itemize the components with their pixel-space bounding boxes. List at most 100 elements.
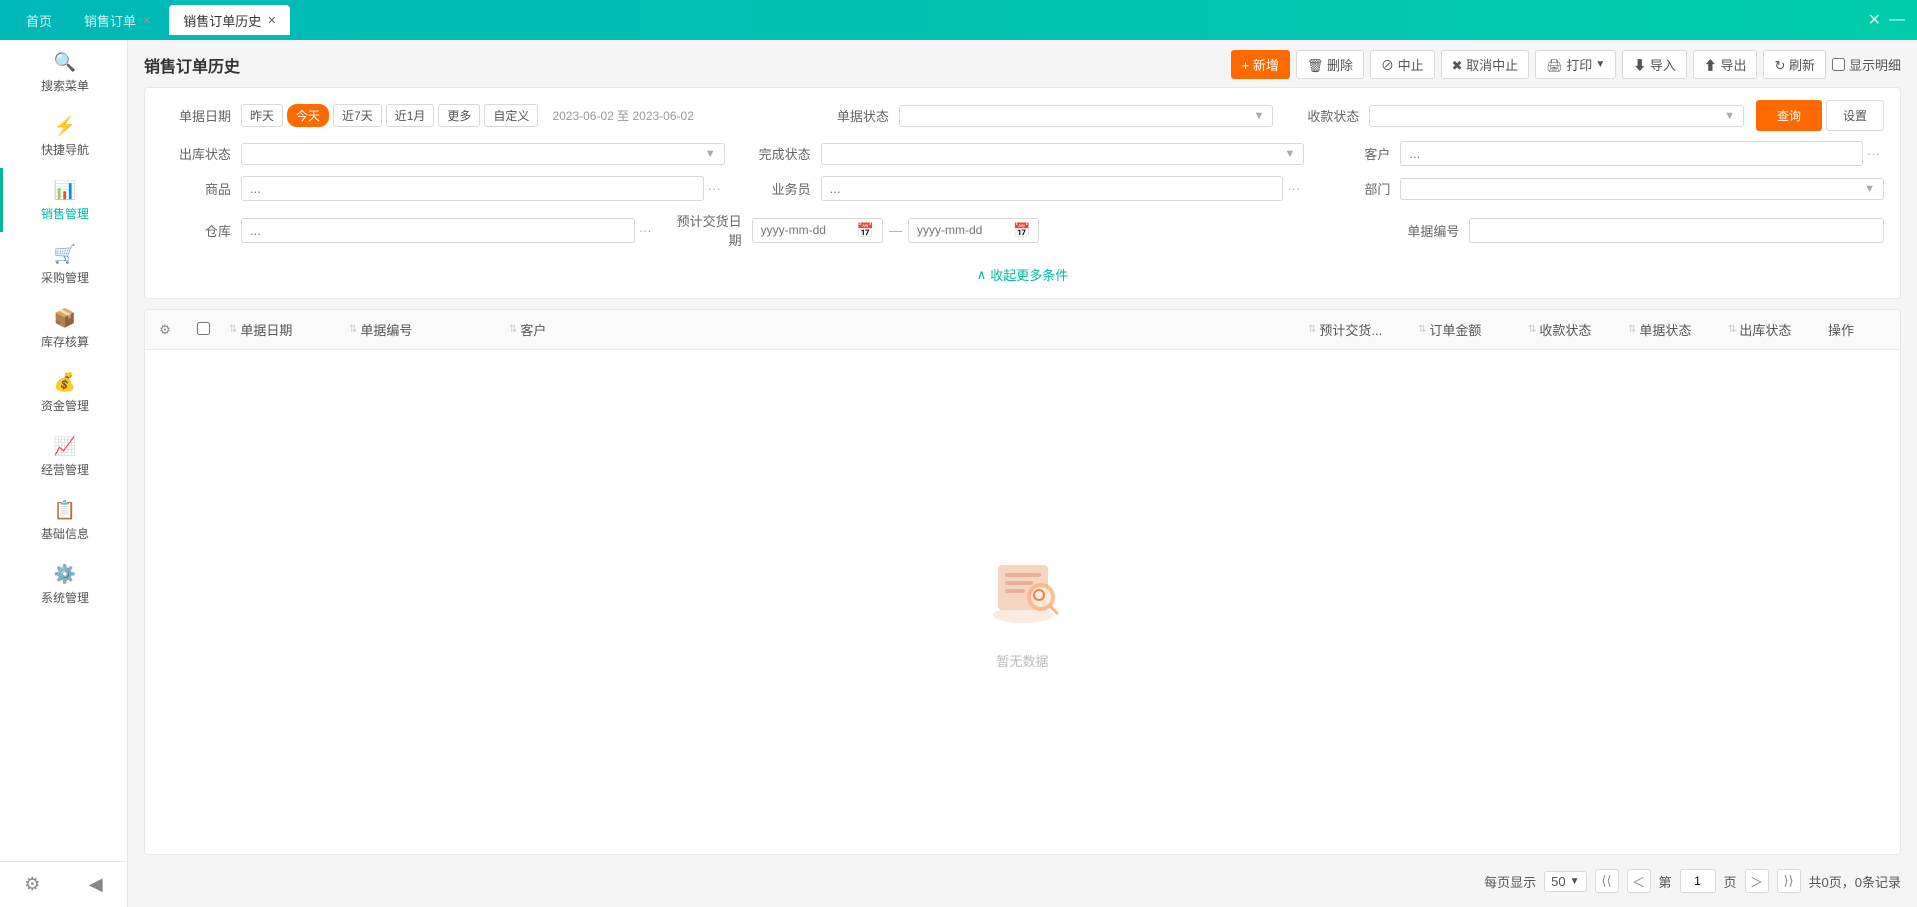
complete-status-label: 完成状态: [741, 144, 821, 163]
th-docno: ⇅ 单据编号: [341, 320, 501, 339]
bill-status-select[interactable]: ▼: [899, 105, 1274, 127]
close-icon[interactable]: ✕: [267, 14, 276, 27]
select-all-checkbox[interactable]: [197, 322, 210, 335]
page-number-input[interactable]: [1680, 869, 1716, 893]
sidebar-item-purchase[interactable]: 🛒 采购管理: [0, 232, 127, 296]
dept-select[interactable]: ▼: [1400, 178, 1884, 200]
add-button[interactable]: + 新增: [1231, 50, 1290, 79]
table-area: ⚙ ⇅ 单据日期 ⇅ 单据编号 ⇅ 客户 ⇅ 预计交货.: [144, 309, 1901, 855]
lightning-icon: ⚡: [54, 116, 76, 137]
refresh-button[interactable]: ↻ 刷新: [1763, 50, 1826, 79]
cart-icon: 🛒: [54, 244, 76, 265]
date-control: 昨天 今天 近7天 近1月 更多 自定义 2023-06-02 至 2023-0…: [241, 104, 803, 127]
clipboard-icon: 📋: [54, 500, 76, 521]
sort-receipt-icon[interactable]: ⇅: [1528, 324, 1536, 335]
prev-page-btn[interactable]: ＜: [1627, 869, 1651, 893]
tab-sales-order[interactable]: 销售订单 ✕: [70, 5, 165, 35]
filter-row-1: 单据日期 昨天 今天 近7天 近1月 更多 自定义 2023-06-02 至 2…: [161, 100, 1884, 131]
page-size-label: 每页显示: [1484, 872, 1536, 891]
settings-filter-button[interactable]: 设置: [1826, 100, 1884, 131]
docno-label: 单据编号: [1389, 221, 1469, 240]
salesman-input[interactable]: [821, 176, 1284, 201]
date-custom-btn[interactable]: 自定义: [484, 104, 538, 127]
sort-delivery-icon[interactable]: ⇅: [1308, 324, 1316, 335]
page-size-select[interactable]: 50 ▼: [1544, 871, 1586, 892]
page-header: 销售订单历史 + 新增 🗑 删除 ⊘ 中止 ✖ 取消中止 🖨 打印 ▼: [128, 40, 1917, 87]
export-button[interactable]: ⬆ 导出: [1693, 50, 1758, 79]
collapse-row[interactable]: ∧ 收起更多条件: [161, 259, 1884, 286]
content-area: 销售订单历史 + 新增 🗑 删除 ⊘ 中止 ✖ 取消中止 🖨 打印 ▼: [128, 40, 1917, 907]
sort-date-icon[interactable]: ⇅: [229, 324, 237, 335]
date-7days-btn[interactable]: 近7天: [333, 104, 382, 127]
import-button[interactable]: ⬇ 导入: [1622, 50, 1687, 79]
minimize-icon[interactable]: —: [1889, 11, 1905, 29]
sidebar-item-search[interactable]: 🔍 搜索菜单: [0, 40, 127, 104]
display-columns-input[interactable]: [1832, 58, 1845, 71]
calendar-to-icon[interactable]: 📅: [1013, 222, 1030, 239]
expected-date-to[interactable]: [917, 223, 1007, 237]
sidebar-item-sales[interactable]: 📊 销售管理: [0, 168, 127, 232]
sort-amount-icon[interactable]: ⇅: [1418, 324, 1426, 335]
out-status-select[interactable]: ▼: [241, 143, 725, 165]
date-yesterday-btn[interactable]: 昨天: [241, 104, 283, 127]
stop-button[interactable]: ⊘ 中止: [1370, 50, 1435, 79]
date-quick-btns: 昨天 今天 近7天 近1月 更多 自定义: [241, 104, 538, 127]
customer-dots[interactable]: ···: [1863, 146, 1884, 161]
date-1month-btn[interactable]: 近1月: [386, 104, 435, 127]
chart-icon: 📊: [54, 180, 76, 201]
th-date: ⇅ 单据日期: [221, 320, 341, 339]
dropdown-arrow-icon: ▼: [1595, 59, 1605, 70]
delete-button[interactable]: 🗑 删除: [1296, 50, 1364, 79]
close-icon[interactable]: ✕: [142, 14, 151, 27]
sidebar-item-quicknav[interactable]: ⚡ 快捷导航: [0, 104, 127, 168]
close-window-icon[interactable]: ✕: [1868, 10, 1881, 30]
goods-dots[interactable]: ···: [704, 181, 725, 196]
tab-sales-order-history[interactable]: 销售订单历史 ✕: [169, 5, 290, 35]
sort-docno-icon[interactable]: ⇅: [349, 324, 357, 335]
sidebar-item-basic-info[interactable]: 📋 基础信息: [0, 488, 127, 552]
docno-input[interactable]: [1469, 218, 1884, 243]
sidebar-item-inventory[interactable]: 📦 库存核算: [0, 296, 127, 360]
next-page-btn[interactable]: ＞: [1745, 869, 1769, 893]
date-today-btn[interactable]: 今天: [287, 104, 329, 127]
bill-status-label: 单据状态: [819, 106, 899, 125]
date-more-btn[interactable]: 更多: [438, 104, 480, 127]
th-receiptstatus: ⇅ 收款状态: [1520, 320, 1620, 339]
column-settings-btn[interactable]: ⚙: [145, 322, 185, 338]
sidebar-item-system[interactable]: ⚙️ 系统管理: [0, 552, 127, 616]
cancel-stop-button[interactable]: ✖ 取消中止: [1441, 50, 1530, 79]
sidebar-item-operations[interactable]: 📈 经营管理: [0, 424, 127, 488]
sort-outstatus-icon[interactable]: ⇅: [1728, 324, 1736, 335]
customer-input[interactable]: [1400, 141, 1863, 166]
print-button[interactable]: 🖨 打印 ▼: [1535, 50, 1616, 79]
calendar-from-icon[interactable]: 📅: [857, 222, 874, 239]
last-page-btn[interactable]: ⟩⟩: [1777, 869, 1801, 893]
gear-icon: ⚙️: [54, 564, 76, 585]
chevron-down-icon5: ▼: [1864, 183, 1875, 195]
warehouse-dots[interactable]: ···: [635, 223, 656, 238]
goods-input[interactable]: [241, 176, 704, 201]
header-checkbox[interactable]: [185, 322, 221, 338]
chevron-down-icon2: ▼: [1724, 110, 1735, 122]
sidebar: 🔍 搜索菜单 ⚡ 快捷导航 📊 销售管理 🛒 采购管理 📦 库存核算 💰 资金管…: [0, 40, 128, 907]
sort-docstatus-icon[interactable]: ⇅: [1628, 324, 1636, 335]
warehouse-input[interactable]: [241, 218, 635, 243]
page-title: 销售订单历史: [144, 53, 1231, 77]
first-page-btn[interactable]: ⟨⟨: [1595, 869, 1619, 893]
tab-home[interactable]: 首页: [12, 5, 66, 35]
display-columns-checkbox[interactable]: 显示明细: [1832, 55, 1901, 74]
filter-row-3: 商品 ··· 业务员 ··· 部门 ▼: [161, 176, 1884, 201]
expected-date-from[interactable]: [761, 223, 851, 237]
out-status-label: 出库状态: [161, 144, 241, 163]
search-button[interactable]: 查询: [1756, 100, 1822, 131]
dept-label: 部门: [1320, 179, 1400, 198]
complete-status-select[interactable]: ▼: [821, 143, 1305, 165]
salesman-dots[interactable]: ···: [1283, 181, 1304, 196]
empty-text: 暂无数据: [996, 651, 1048, 670]
collapse-sidebar-icon[interactable]: ◀: [89, 874, 103, 895]
date-range-text: 2023-06-02 至 2023-06-02: [552, 107, 693, 124]
receipt-status-select[interactable]: ▼: [1369, 105, 1744, 127]
sort-customer-icon[interactable]: ⇅: [509, 324, 517, 335]
settings-bottom-icon[interactable]: ⚙: [24, 874, 40, 895]
sidebar-item-finance[interactable]: 💰 资金管理: [0, 360, 127, 424]
